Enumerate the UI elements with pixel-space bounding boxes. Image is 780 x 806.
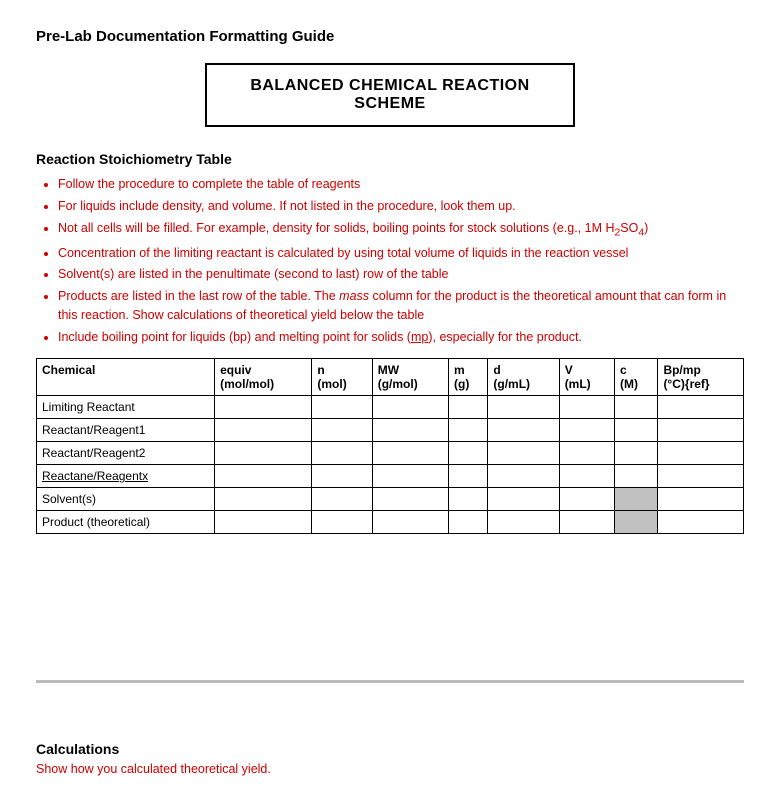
calculations-section: Calculations Show how you calculated the… <box>36 741 744 786</box>
page-title: Pre-Lab Documentation Formatting Guide <box>36 28 744 45</box>
blank-area <box>36 550 744 670</box>
stoichiometry-table: Chemical equiv(mol/mol) n(mol) MW(g/mol)… <box>36 358 744 534</box>
table-row: Reactane/Reagentx <box>37 465 744 488</box>
col-header-mw: MW(g/mol) <box>372 359 448 396</box>
list-item: Include boiling point for liquids (bp) a… <box>58 328 744 347</box>
cell-product: Product (theoretical) <box>37 511 215 534</box>
list-item: For liquids include density, and volume.… <box>58 197 744 216</box>
list-item: Products are listed in the last row of t… <box>58 287 744 325</box>
col-header-chemical: Chemical <box>37 359 215 396</box>
reaction-scheme-box: BALANCED CHEMICAL REACTION SCHEME <box>205 63 575 127</box>
col-header-n: n(mol) <box>312 359 372 396</box>
calculations-subtitle: Show how you calculated theoretical yiel… <box>36 762 744 776</box>
col-header-c: c(M) <box>615 359 658 396</box>
page-divider <box>36 680 744 683</box>
col-header-m: m(g) <box>449 359 488 396</box>
table-row: Product (theoretical) <box>37 511 744 534</box>
col-header-equiv: equiv(mol/mol) <box>215 359 312 396</box>
page-container: Pre-Lab Documentation Formatting Guide B… <box>0 0 780 806</box>
table-header-row: Chemical equiv(mol/mol) n(mol) MW(g/mol)… <box>37 359 744 396</box>
cell-reagent2: Reactant/Reagent2 <box>37 442 215 465</box>
list-item: Follow the procedure to complete the tab… <box>58 175 744 194</box>
table-row: Solvent(s) <box>37 488 744 511</box>
col-header-v: V(mL) <box>559 359 614 396</box>
cell-reagentx: Reactane/Reagentx <box>37 465 215 488</box>
list-item: Solvent(s) are listed in the penultimate… <box>58 265 744 284</box>
col-header-bpmp: Bp/mp(°C){ref} <box>658 359 744 396</box>
table-row: Reactant/Reagent1 <box>37 419 744 442</box>
calculations-title: Calculations <box>36 741 744 757</box>
blank-area-2 <box>36 701 744 741</box>
list-item: Not all cells will be filled. For exampl… <box>58 219 744 241</box>
table-row: Reactant/Reagent2 <box>37 442 744 465</box>
list-item: Concentration of the limiting reactant i… <box>58 244 744 263</box>
col-header-d: d(g/mL) <box>488 359 559 396</box>
table-row: Limiting Reactant <box>37 396 744 419</box>
instruction-list: Follow the procedure to complete the tab… <box>36 175 744 346</box>
reaction-scheme-text: BALANCED CHEMICAL REACTION SCHEME <box>225 77 555 113</box>
cell-limiting-reactant: Limiting Reactant <box>37 396 215 419</box>
cell-solvent: Solvent(s) <box>37 488 215 511</box>
cell-reagent1: Reactant/Reagent1 <box>37 419 215 442</box>
section-title-stoich: Reaction Stoichiometry Table <box>36 151 744 167</box>
